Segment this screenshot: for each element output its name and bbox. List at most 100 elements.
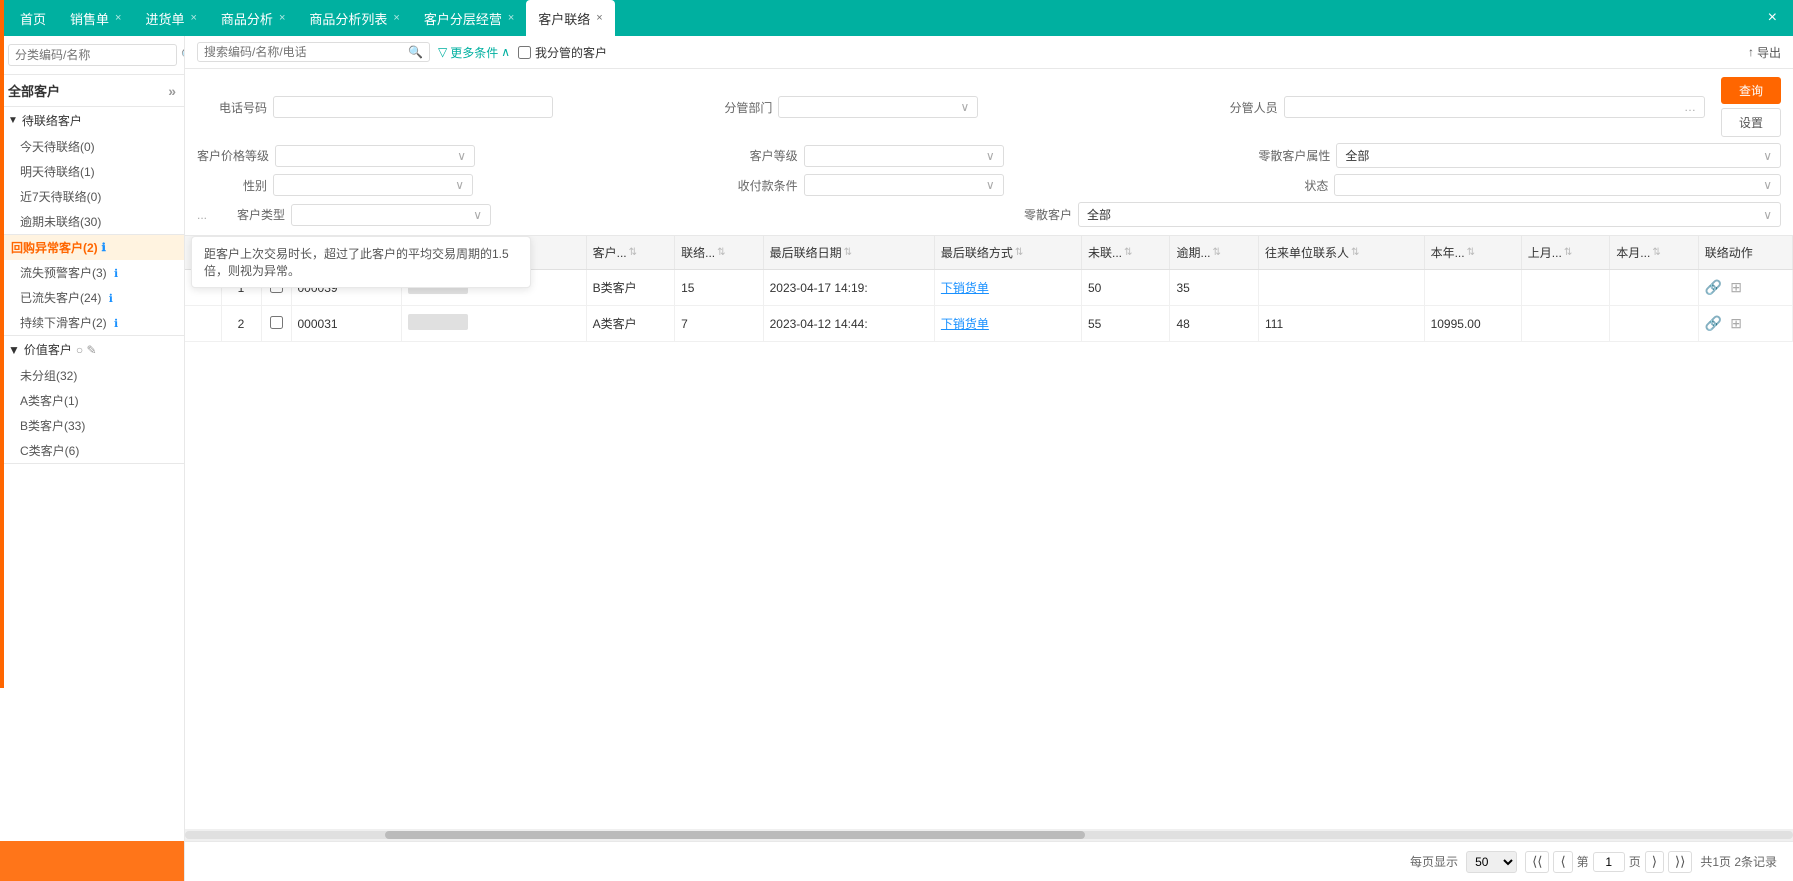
nav-purchase[interactable]: 进货单 ×: [133, 0, 208, 36]
row1-method-link[interactable]: 下销货单: [941, 281, 989, 295]
col-method-sort-icon[interactable]: ⇅: [1015, 247, 1023, 258]
my-customer-filter[interactable]: 我分管的客户: [518, 44, 607, 61]
nav-home[interactable]: 首页: [8, 0, 58, 36]
row1-type: B类客户: [586, 270, 675, 306]
first-page-button[interactable]: ⟨⟨: [1525, 851, 1549, 873]
close-product-analysis-tab[interactable]: ×: [279, 12, 285, 24]
col-last-contact-date: 最后联络日期 ⇅: [763, 236, 934, 270]
close-customer-contact-tab[interactable]: ×: [596, 12, 602, 24]
my-customer-checkbox[interactable]: [518, 46, 531, 59]
row1-contacts: 15: [675, 270, 764, 306]
lost-warning-info-icon[interactable]: ℹ: [114, 268, 118, 280]
col-year-sort-icon[interactable]: ⇅: [1467, 247, 1475, 258]
close-purchase-tab[interactable]: ×: [190, 12, 196, 24]
row2-link-icon[interactable]: 🔗: [1705, 315, 1722, 332]
col-last-contact-method: 最后联络方式 ⇅: [934, 236, 1081, 270]
gender-chevron-icon: ∨: [455, 178, 464, 192]
payment-select[interactable]: ∨: [804, 174, 1004, 196]
customer-level-select[interactable]: ∨: [804, 145, 1004, 167]
row1-link-icon[interactable]: 🔗: [1705, 279, 1722, 296]
level-chevron-icon: ∨: [986, 149, 995, 163]
toolbar: 🔍 ▽ 更多条件 ∧ 我分管的客户 ↑ 导出: [185, 36, 1793, 69]
abnormal-repurchase-info-icon[interactable]: ℹ: [102, 241, 106, 254]
value-customers-edit-icon[interactable]: ○ ✎: [76, 343, 97, 357]
retail-attr-select[interactable]: 全部 ∨: [1336, 143, 1781, 168]
more-filter-button[interactable]: ▽ 更多条件 ∧: [438, 44, 510, 61]
dept-chevron-icon: ∨: [961, 100, 970, 114]
sidebar-item-lost[interactable]: 已流失客户(24) ℹ: [0, 285, 184, 310]
close-product-list-tab[interactable]: ×: [393, 12, 399, 24]
row2-grid-icon[interactable]: ⊞: [1730, 315, 1742, 332]
col-not-contacted-sort-icon[interactable]: ⇅: [1124, 247, 1132, 258]
sidebar-collapse-button[interactable]: »: [168, 83, 176, 99]
col-this-month-sort-icon[interactable]: ⇅: [1652, 247, 1660, 258]
last-page-button[interactable]: ⟩⟩: [1668, 851, 1692, 873]
price-level-label: 客户价格等级: [197, 147, 269, 164]
next-page-button[interactable]: ⟩: [1645, 851, 1664, 873]
row1-this-month: [1610, 270, 1699, 306]
sidebar-item-7days[interactable]: 近7天待联络(0): [0, 184, 184, 209]
col-contacts-sort-icon[interactable]: ⇅: [717, 247, 725, 258]
row2-last-contact-date: 2023-04-12 14:44:: [763, 306, 934, 342]
sidebar-item-abnormal-repurchase[interactable]: 回购异常客户(2) ℹ: [0, 235, 184, 260]
pagination-nav: ⟨⟨ ⟨ 第 页 ⟩ ⟩⟩: [1525, 851, 1692, 873]
export-button[interactable]: ↑ 导出: [1748, 44, 1781, 61]
nav-sales[interactable]: 销售单 ×: [58, 0, 133, 36]
lost-info-icon[interactable]: ℹ: [109, 293, 113, 305]
pending-contact-group[interactable]: ▼ 待联络客户: [0, 107, 184, 134]
phone-input[interactable]: [273, 96, 553, 118]
customer-type-select[interactable]: ∨: [291, 204, 491, 226]
sidebar-item-lost-warning[interactable]: 流失预警客户(3) ℹ: [0, 260, 184, 285]
nav-customer-contact[interactable]: 客户联络 ×: [526, 0, 614, 36]
dept-select[interactable]: ∨: [778, 96, 978, 118]
price-level-select[interactable]: ∨: [275, 145, 475, 167]
col-type-sort-icon[interactable]: ⇅: [629, 247, 637, 258]
sidebar-item-unclassified[interactable]: 未分组(32): [0, 363, 184, 388]
col-contacts: 联络... ⇅: [675, 236, 764, 270]
row2-checkbox[interactable]: [270, 316, 283, 329]
col-date-sort-icon[interactable]: ⇅: [844, 247, 852, 258]
sidebar-item-class-b[interactable]: B类客户(33): [0, 413, 184, 438]
nav-product-analysis-list[interactable]: 商品分析列表 ×: [297, 0, 411, 36]
sidebar-item-tomorrow[interactable]: 明天待联络(1): [0, 159, 184, 184]
table-row: 2 000031 A类客户 7 2023-04-12 14:44: 下销货单: [185, 306, 1793, 342]
col-last-month-sort-icon[interactable]: ⇅: [1564, 247, 1572, 258]
row1-grid-icon[interactable]: ⊞: [1730, 279, 1742, 296]
col-overdue-sort-icon[interactable]: ⇅: [1213, 247, 1221, 258]
sidebar-search-input[interactable]: [8, 44, 177, 66]
manager-select[interactable]: …: [1284, 96, 1705, 118]
sidebar-item-overdue[interactable]: 逾期未联络(30): [0, 209, 184, 234]
sidebar-item-today[interactable]: 今天待联络(0): [0, 134, 184, 159]
search-input[interactable]: [204, 45, 404, 59]
more-dots-trigger[interactable]: ...: [197, 208, 207, 222]
retail-customer-select[interactable]: 全部 ∨: [1078, 202, 1781, 227]
col-unit-sort-icon[interactable]: ⇅: [1351, 247, 1359, 258]
pagination-total: 共1页 2条记录: [1700, 853, 1777, 870]
close-sales-tab[interactable]: ×: [115, 12, 121, 24]
per-page-select[interactable]: 50 100 200: [1466, 851, 1517, 873]
nav-product-analysis[interactable]: 商品分析 ×: [209, 0, 297, 36]
customer-level-label: 客户等级: [728, 147, 798, 164]
sidebar-header: 全部客户 »: [0, 75, 184, 107]
horizontal-scrollbar[interactable]: [185, 829, 1793, 841]
nav-customer-tier[interactable]: 客户分层经营 ×: [412, 0, 526, 36]
setting-button[interactable]: 设置: [1721, 108, 1781, 137]
value-customers-group[interactable]: ▼ 价值客户 ○ ✎: [0, 336, 184, 363]
query-button[interactable]: 查询: [1721, 77, 1781, 104]
page-number-input[interactable]: [1593, 852, 1625, 872]
sidebar-item-declining[interactable]: 持续下滑客户(2) ℹ: [0, 310, 184, 335]
status-select[interactable]: ∨: [1334, 174, 1781, 196]
window-close-button[interactable]: ×: [1760, 9, 1785, 27]
retail-attr-chevron-icon: ∨: [1763, 149, 1772, 163]
declining-info-icon[interactable]: ℹ: [114, 318, 118, 330]
col-overdue: 逾期... ⇅: [1170, 236, 1259, 270]
close-customer-tier-tab[interactable]: ×: [508, 12, 514, 24]
gender-select[interactable]: ∨: [273, 174, 473, 196]
sidebar-item-class-c[interactable]: C类客户(6): [0, 438, 184, 463]
prev-page-button[interactable]: ⟨: [1553, 851, 1572, 873]
sidebar-item-class-a[interactable]: A类客户(1): [0, 388, 184, 413]
row2-method-link[interactable]: 下销货单: [941, 317, 989, 331]
toolbar-search-icon[interactable]: 🔍: [408, 45, 423, 59]
status-chevron-icon: ∨: [1763, 178, 1772, 192]
content-area: 🔍 ▽ 更多条件 ∧ 我分管的客户 ↑ 导出 电话号码: [185, 36, 1793, 881]
